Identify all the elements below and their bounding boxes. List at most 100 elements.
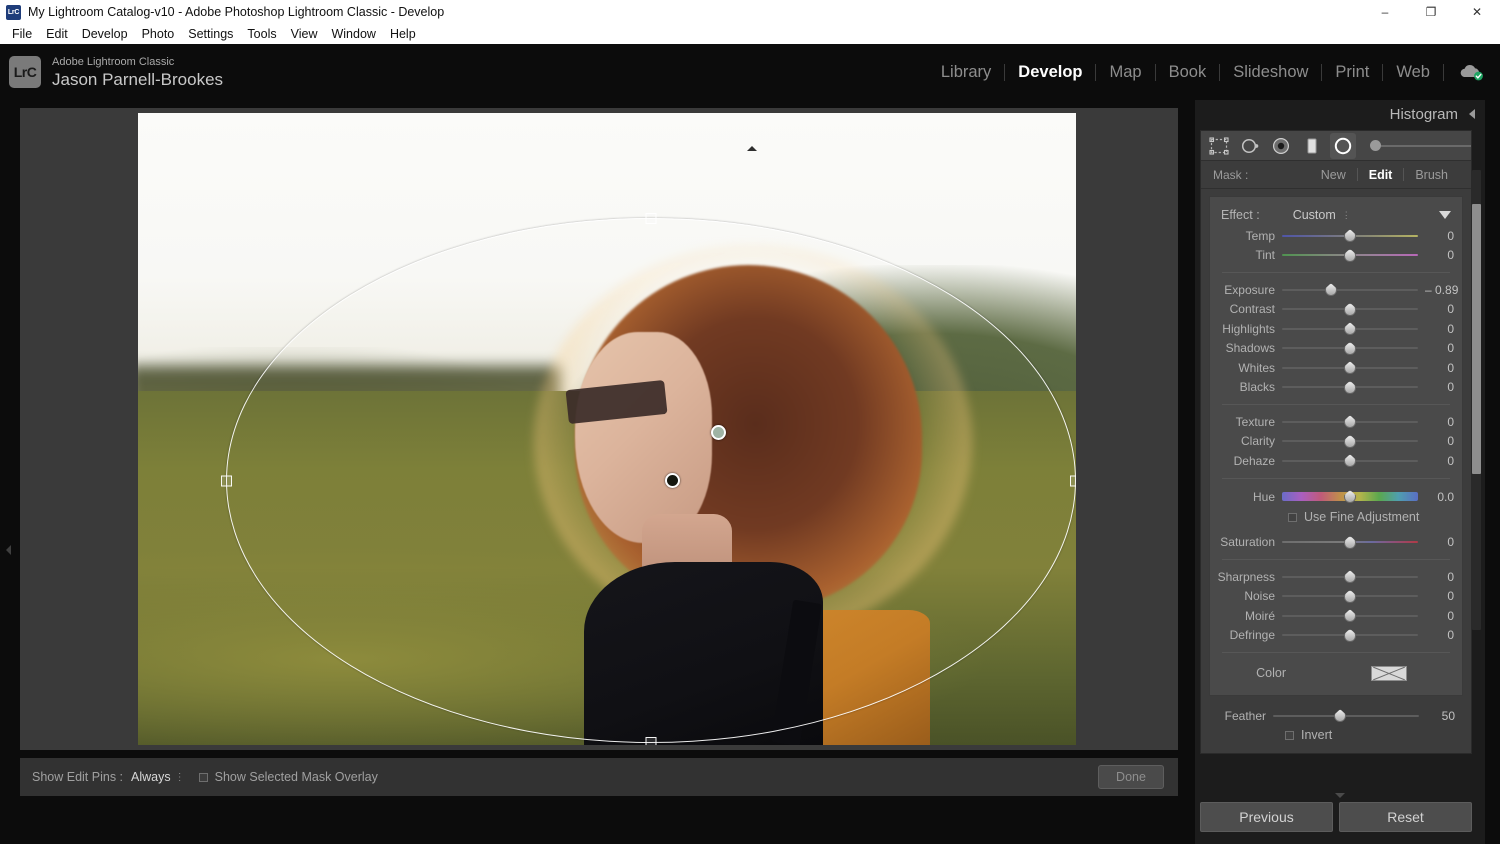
invert-row[interactable]: Invert [1201, 726, 1471, 745]
slider-moire[interactable]: Moiré 0 [1210, 606, 1462, 626]
slider-highlights[interactable]: Highlights 0 [1210, 319, 1462, 339]
slider-blacks[interactable]: Blacks 0 [1210, 378, 1462, 398]
slider-noise[interactable]: Noise 0 [1210, 587, 1462, 607]
chevron-down-icon[interactable]: ⋮ [1342, 210, 1351, 221]
slider-knob[interactable] [1344, 434, 1356, 448]
slider-shadows[interactable]: Shadows 0 [1210, 339, 1462, 359]
slider-knob[interactable] [1344, 589, 1356, 603]
brush-size-slider[interactable] [1370, 140, 1471, 151]
menu-edit[interactable]: Edit [39, 26, 75, 42]
slider-tint[interactable]: Tint 0 [1210, 246, 1462, 266]
slider-track[interactable] [1282, 415, 1418, 429]
slider-sharpness[interactable]: Sharpness 0 [1210, 567, 1462, 587]
top-panel-collapse-icon[interactable] [747, 146, 757, 151]
image-canvas[interactable] [20, 108, 1178, 750]
menu-settings[interactable]: Settings [181, 26, 240, 42]
slider-whites[interactable]: Whites 0 [1210, 358, 1462, 378]
menu-develop[interactable]: Develop [75, 26, 135, 42]
mask-overlay-label[interactable]: Show Selected Mask Overlay [215, 770, 378, 784]
slider-knob[interactable] [1344, 229, 1356, 243]
graduated-filter-tool-icon[interactable] [1302, 136, 1322, 156]
slider-track[interactable] [1282, 380, 1418, 394]
chevron-down-icon[interactable]: ⋮ [175, 772, 185, 783]
minimize-icon[interactable]: – [1362, 0, 1408, 24]
slider-track[interactable] [1282, 248, 1418, 262]
slider-feather[interactable]: Feather 50 [1201, 706, 1471, 726]
histogram-header[interactable]: Histogram [1195, 100, 1485, 128]
slider-track[interactable] [1282, 341, 1418, 355]
slider-track[interactable] [1273, 709, 1419, 723]
color-swatch[interactable] [1371, 665, 1407, 681]
edit-pin[interactable] [665, 473, 680, 488]
reset-button[interactable]: Reset [1339, 802, 1472, 832]
module-library[interactable]: Library [928, 63, 1004, 82]
slider-clarity[interactable]: Clarity 0 [1210, 432, 1462, 452]
fine-adjustment-row[interactable]: Use Fine Adjustment [1210, 508, 1462, 527]
menu-photo[interactable]: Photo [135, 26, 182, 42]
crop-overlay-tool-icon[interactable] [1209, 136, 1229, 156]
slider-dehaze[interactable]: Dehaze 0 [1210, 451, 1462, 471]
mask-new-button[interactable]: New [1310, 168, 1357, 182]
mask-overlay-checkbox[interactable] [198, 772, 208, 782]
previous-button[interactable]: Previous [1200, 802, 1333, 832]
radial-filter-tool-icon[interactable] [1330, 132, 1356, 159]
slider-saturation[interactable]: Saturation 0 [1210, 533, 1462, 553]
slider-knob[interactable] [1344, 454, 1356, 468]
fine-adjustment-checkbox[interactable] [1288, 512, 1297, 522]
panel-scrollbar-thumb[interactable] [1472, 204, 1481, 474]
restore-icon[interactable]: ❐ [1408, 0, 1454, 24]
slider-knob[interactable] [1344, 341, 1356, 355]
module-develop[interactable]: Develop [1005, 63, 1095, 82]
slider-knob[interactable] [1344, 609, 1356, 623]
effect-collapse-icon[interactable] [1439, 211, 1451, 219]
slider-hue[interactable]: Hue 0.0 [1210, 486, 1462, 508]
module-print[interactable]: Print [1322, 63, 1382, 82]
spot-removal-tool-icon[interactable] [1240, 136, 1260, 156]
fine-adjustment-label[interactable]: Use Fine Adjustment [1304, 510, 1419, 524]
menu-view[interactable]: View [284, 26, 325, 42]
slider-knob[interactable] [1324, 283, 1337, 297]
brush-size-knob[interactable] [1370, 140, 1381, 151]
slider-track[interactable] [1282, 361, 1418, 375]
module-map[interactable]: Map [1096, 63, 1154, 82]
module-slideshow[interactable]: Slideshow [1220, 63, 1321, 82]
done-button[interactable]: Done [1098, 765, 1164, 789]
slider-knob[interactable] [1344, 628, 1356, 642]
slider-track[interactable] [1282, 229, 1418, 243]
panel-scrollbar[interactable] [1472, 170, 1481, 630]
red-eye-tool-icon[interactable] [1271, 136, 1291, 156]
module-web[interactable]: Web [1383, 63, 1443, 82]
effect-preset-value[interactable]: Custom [1293, 208, 1336, 222]
lightroom-logo[interactable]: LrC [9, 56, 41, 88]
slider-track[interactable] [1282, 302, 1418, 316]
slider-knob[interactable] [1344, 322, 1356, 336]
left-panel-collapse-icon[interactable] [6, 545, 11, 555]
panel-collapse-icon[interactable] [1335, 793, 1345, 798]
slider-track[interactable] [1282, 570, 1418, 584]
slider-track[interactable] [1282, 589, 1418, 603]
chevron-left-icon[interactable] [1469, 109, 1475, 119]
photo-preview[interactable] [138, 113, 1076, 745]
slider-knob[interactable] [1344, 535, 1356, 549]
mask-brush-button[interactable]: Brush [1404, 168, 1459, 182]
invert-label[interactable]: Invert [1301, 728, 1332, 742]
menu-window[interactable]: Window [324, 26, 382, 42]
slider-knob[interactable] [1344, 570, 1356, 584]
slider-knob[interactable] [1344, 361, 1356, 375]
slider-track[interactable] [1282, 454, 1418, 468]
invert-checkbox[interactable] [1285, 730, 1294, 740]
slider-track[interactable] [1282, 490, 1418, 504]
slider-track[interactable] [1282, 434, 1418, 448]
slider-temp[interactable]: Temp 0 [1210, 226, 1462, 246]
slider-track[interactable] [1282, 283, 1418, 297]
slider-contrast[interactable]: Contrast 0 [1210, 300, 1462, 320]
slider-defringe[interactable]: Defringe 0 [1210, 626, 1462, 646]
slider-knob[interactable] [1344, 415, 1356, 429]
slider-track[interactable] [1282, 322, 1418, 336]
slider-knob[interactable] [1344, 380, 1356, 394]
cloud-sync-icon[interactable] [1458, 62, 1484, 82]
menu-help[interactable]: Help [383, 26, 423, 42]
slider-track[interactable] [1282, 609, 1418, 623]
slider-knob[interactable] [1334, 709, 1347, 723]
module-book[interactable]: Book [1156, 63, 1220, 82]
